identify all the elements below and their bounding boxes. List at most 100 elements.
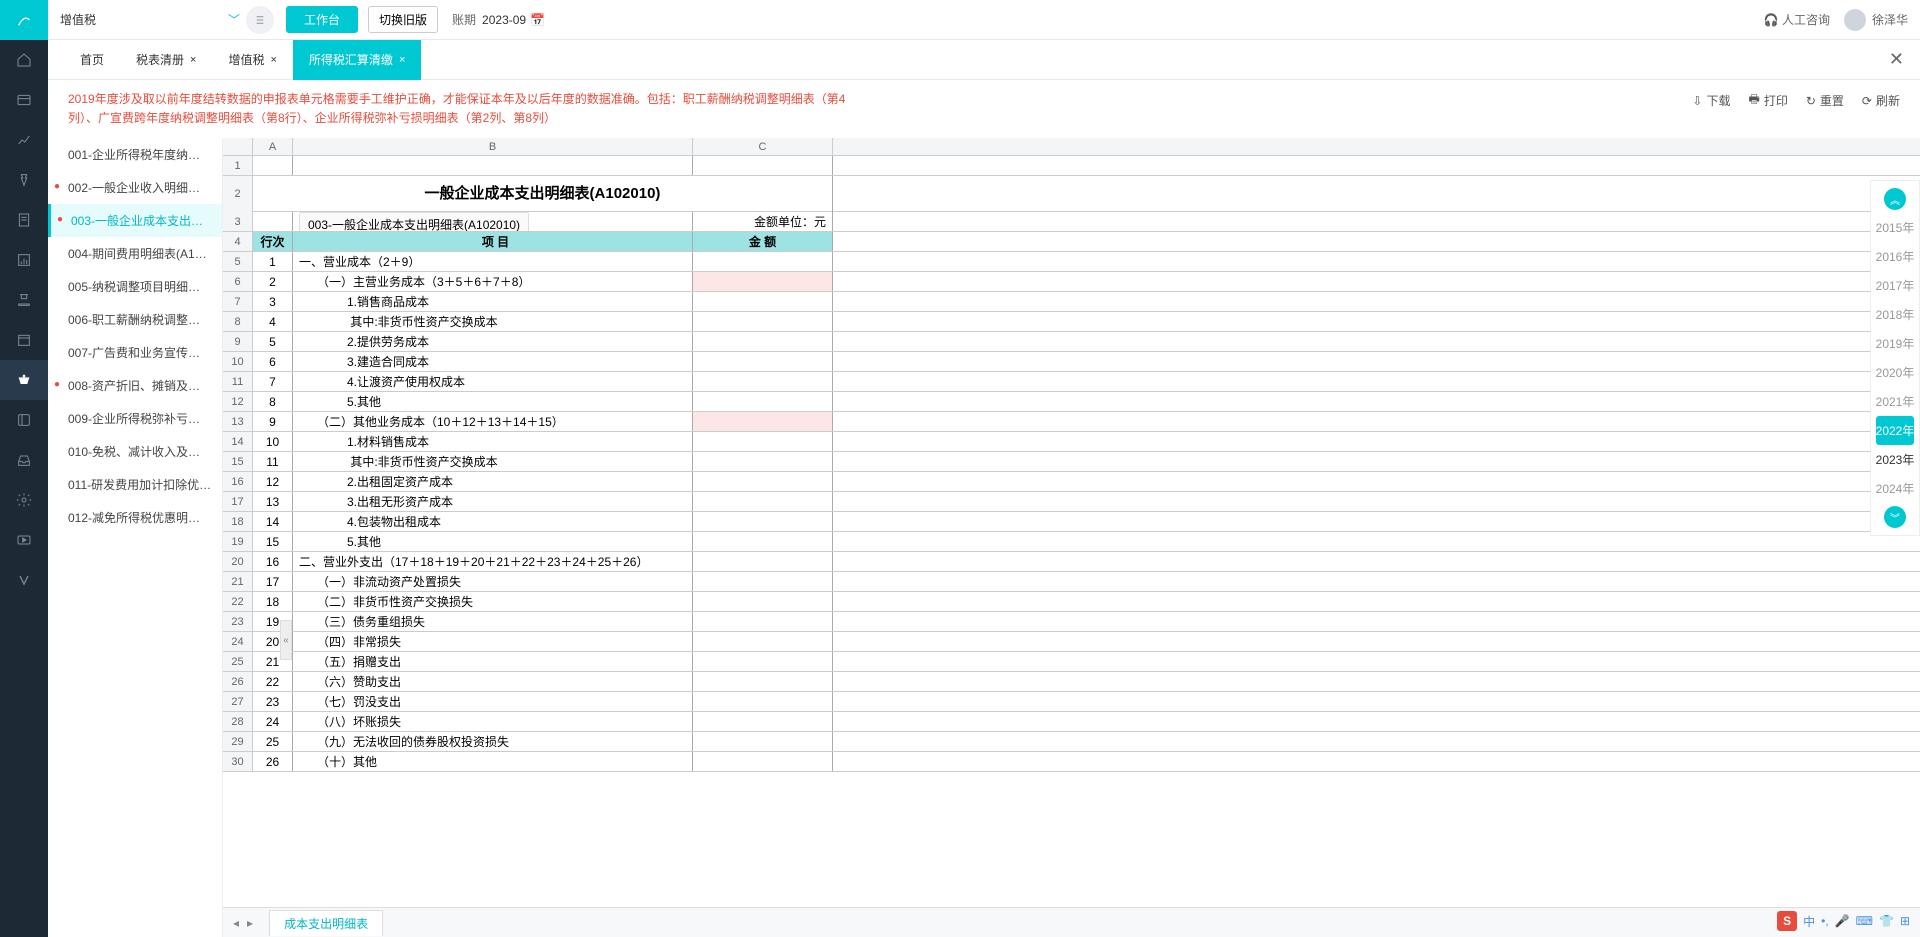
sheet-nav[interactable]: ◂▸ — [223, 916, 263, 930]
cell-item[interactable]: （六）赞助支出 — [293, 672, 693, 691]
year-2019年[interactable]: 2019年 — [1876, 329, 1915, 358]
cell-amount[interactable] — [693, 512, 833, 531]
cell-item[interactable]: 一、营业成本（2＋9） — [293, 252, 693, 271]
form-item-004[interactable]: 004-期间费用明细表(A1040… — [48, 237, 222, 270]
cell-item[interactable]: （七）罚没支出 — [293, 692, 693, 711]
ime-punct-icon[interactable]: •, — [1821, 914, 1829, 928]
year-2020年[interactable]: 2020年 — [1876, 358, 1915, 387]
cell-item[interactable]: （四）非常损失 — [293, 632, 693, 651]
cell-amount[interactable] — [693, 592, 833, 611]
cell-item[interactable]: （八）坏账损失 — [293, 712, 693, 731]
nav-video-icon[interactable] — [0, 520, 48, 560]
cell-item[interactable]: （二）其他业务成本（10＋12＋13＋14＋15） — [293, 412, 693, 431]
cell-item[interactable]: 5.其他 — [293, 532, 693, 551]
row-num[interactable]: 12 — [223, 392, 253, 411]
refresh-button[interactable]: ⟳ 刷新 — [1862, 90, 1900, 111]
cell-seq[interactable]: 23 — [253, 692, 293, 711]
cell-seq[interactable]: 9 — [253, 412, 293, 431]
year-2017年[interactable]: 2017年 — [1876, 271, 1915, 300]
cell-seq[interactable]: 10 — [253, 432, 293, 451]
support-link[interactable]: 🎧 人工咨询 — [1764, 11, 1830, 28]
cell-amount[interactable] — [693, 392, 833, 411]
row-num[interactable]: 10 — [223, 352, 253, 371]
calendar-icon[interactable]: 📅 — [530, 13, 545, 27]
cell-item[interactable]: （二）非货币性资产交换损失 — [293, 592, 693, 611]
form-item-007[interactable]: 007-广告费和业务宣传费跨… — [48, 336, 222, 369]
ime-keyboard-icon[interactable]: ⌨ — [1856, 914, 1873, 928]
cell-seq[interactable]: 1 — [253, 252, 293, 271]
cell-seq[interactable]: 14 — [253, 512, 293, 531]
cell-amount[interactable] — [693, 332, 833, 351]
col-header-b[interactable]: B — [293, 138, 693, 155]
nav-chart-icon[interactable] — [0, 120, 48, 160]
print-button[interactable]: 🖶 打印 — [1749, 90, 1788, 111]
cell-amount[interactable] — [693, 712, 833, 731]
nav-archive-icon[interactable] — [0, 400, 48, 440]
tab-首页[interactable]: 首页 — [64, 40, 120, 80]
row-num[interactable]: 25 — [223, 652, 253, 671]
cell-item[interactable]: 其中:非货币性资产交换成本 — [293, 452, 693, 471]
year-2021年[interactable]: 2021年 — [1876, 387, 1915, 416]
sheet-tab[interactable]: 成本支出明细表 — [269, 910, 383, 936]
nav-tax-icon[interactable] — [0, 360, 48, 400]
cell-amount[interactable] — [693, 292, 833, 311]
row-num[interactable]: 19 — [223, 532, 253, 551]
row-num[interactable]: 15 — [223, 452, 253, 471]
tab-close-icon[interactable]: × — [399, 54, 405, 66]
ime-logo-icon[interactable]: S — [1777, 911, 1797, 931]
cell-amount[interactable] — [693, 672, 833, 691]
nav-v-icon[interactable] — [0, 560, 48, 600]
tab-税表清册[interactable]: 税表清册× — [120, 40, 212, 80]
download-button[interactable]: ⇩ 下载 — [1692, 90, 1730, 111]
cell-seq[interactable]: 22 — [253, 672, 293, 691]
row-num[interactable]: 18 — [223, 512, 253, 531]
cell-amount[interactable] — [693, 352, 833, 371]
row-num[interactable]: 8 — [223, 312, 253, 331]
nav-stamp-icon[interactable] — [0, 280, 48, 320]
cell-amount[interactable] — [693, 552, 833, 571]
cell-item[interactable]: （一）主营业务成本（3＋5＋6＋7＋8） — [293, 272, 693, 291]
row-num[interactable]: 1 — [223, 156, 253, 175]
form-item-009[interactable]: 009-企业所得税弥补亏损明… — [48, 402, 222, 435]
year-2015年[interactable]: 2015年 — [1876, 213, 1915, 242]
cell-seq[interactable]: 7 — [253, 372, 293, 391]
ime-skin-icon[interactable]: 👕 — [1879, 914, 1894, 928]
nav-calendar-icon[interactable] — [0, 320, 48, 360]
app-logo[interactable] — [0, 0, 48, 40]
cell-seq[interactable]: 12 — [253, 472, 293, 491]
cell-amount[interactable] — [693, 452, 833, 471]
row-num[interactable]: 24 — [223, 632, 253, 651]
form-item-011[interactable]: 011-研发费用加计扣除优惠… — [48, 468, 222, 501]
year-2023年[interactable]: 2023年 — [1876, 445, 1915, 474]
cell-amount[interactable] — [693, 272, 833, 291]
cell-item[interactable]: 4.让渡资产使用权成本 — [293, 372, 693, 391]
form-item-008[interactable]: ●008-资产折旧、摊销及纳税… — [48, 369, 222, 402]
cell-amount[interactable] — [693, 412, 833, 431]
cell-amount[interactable] — [693, 532, 833, 551]
cell-seq[interactable]: 2 — [253, 272, 293, 291]
row-num[interactable]: 22 — [223, 592, 253, 611]
cell-amount[interactable] — [693, 492, 833, 511]
cell-seq[interactable]: 13 — [253, 492, 293, 511]
row-num[interactable]: 4 — [223, 232, 253, 251]
year-2018年[interactable]: 2018年 — [1876, 300, 1915, 329]
collapse-handle[interactable]: « — [280, 620, 292, 660]
tab-close-icon[interactable]: × — [190, 54, 196, 66]
nav-settings-icon[interactable] — [0, 480, 48, 520]
cell-amount[interactable] — [693, 472, 833, 491]
tab-所得税汇算清缴[interactable]: 所得税汇算清缴× — [293, 40, 421, 80]
cell-item[interactable]: 其中:非货币性资产交换成本 — [293, 312, 693, 331]
year-2022年[interactable]: 2022年 — [1876, 416, 1915, 445]
form-item-010[interactable]: 010-免税、减计收入及加计… — [48, 435, 222, 468]
row-num[interactable]: 20 — [223, 552, 253, 571]
user-menu[interactable]: 徐泽华 — [1844, 9, 1908, 31]
row-num[interactable]: 14 — [223, 432, 253, 451]
cell-amount[interactable] — [693, 752, 833, 771]
cell-amount[interactable] — [693, 312, 833, 331]
nav-home-icon[interactable] — [0, 40, 48, 80]
form-item-002[interactable]: ●002-一般企业收入明细表(A… — [48, 171, 222, 204]
nav-inbox-icon[interactable] — [0, 440, 48, 480]
row-num[interactable]: 16 — [223, 472, 253, 491]
tab-close-icon[interactable]: × — [270, 54, 276, 66]
cell-item[interactable]: 2.提供劳务成本 — [293, 332, 693, 351]
